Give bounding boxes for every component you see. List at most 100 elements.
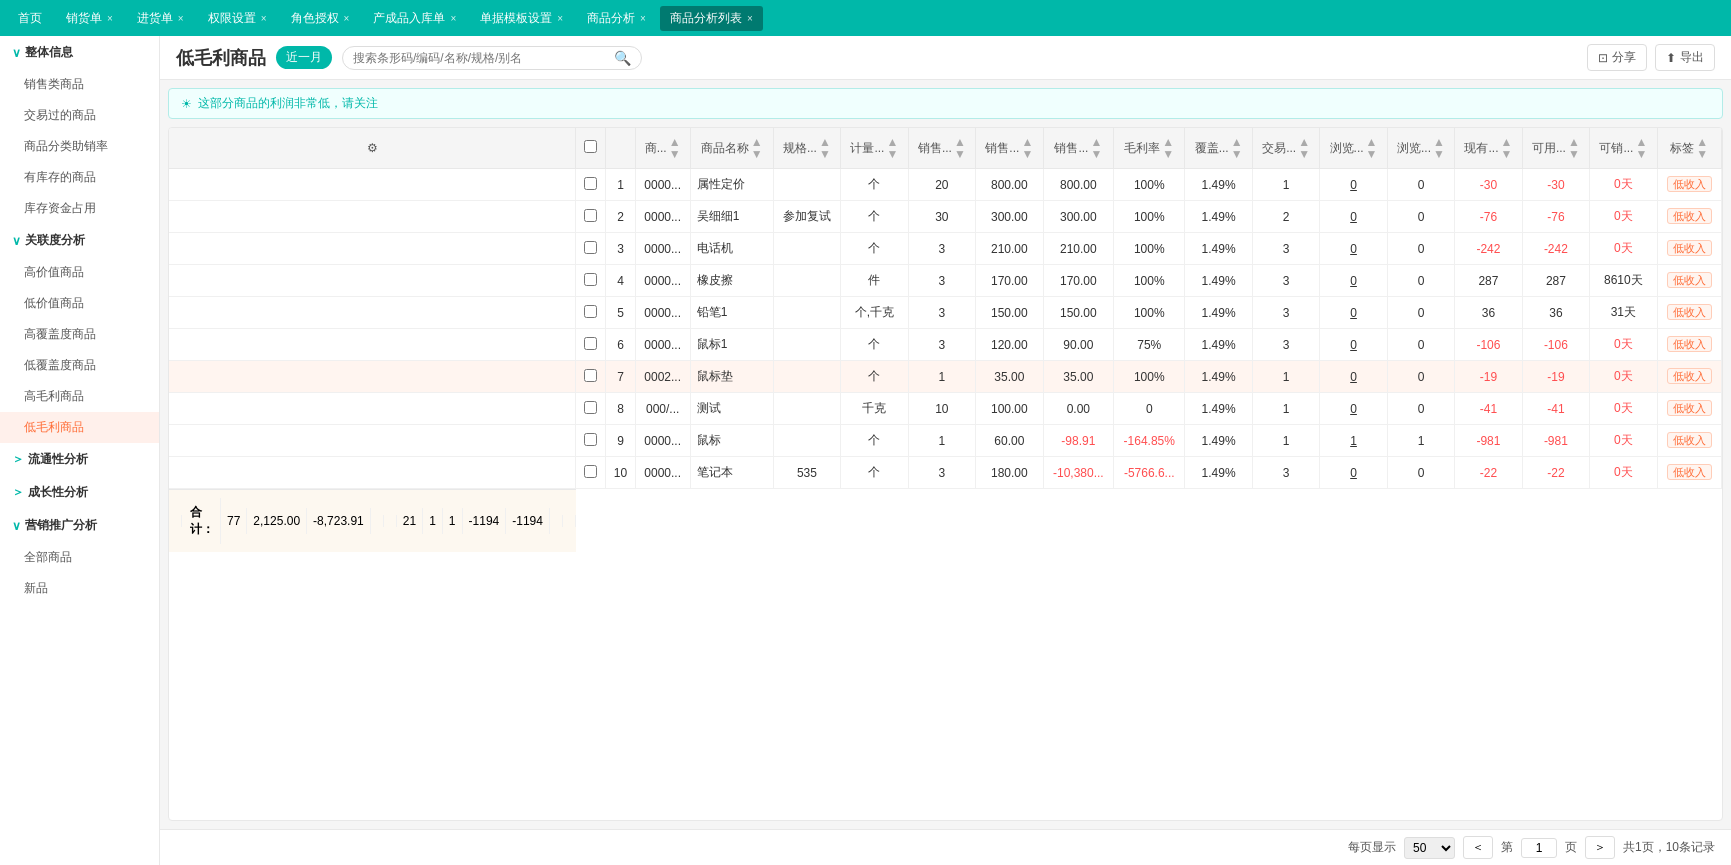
- row-name[interactable]: 电话机: [690, 233, 773, 265]
- row-browse1[interactable]: 0: [1320, 457, 1387, 489]
- close-icon[interactable]: ×: [344, 13, 350, 24]
- nav-product-analysis-list[interactable]: 商品分析列表 ×: [660, 6, 763, 31]
- row-name[interactable]: 鼠标1: [690, 329, 773, 361]
- next-page-button[interactable]: ＞: [1585, 836, 1615, 859]
- sidebar-group-circulation[interactable]: ＞ 流通性分析: [0, 443, 159, 476]
- row-checkbox[interactable]: [584, 401, 597, 414]
- nav-sales-order[interactable]: 销货单 ×: [56, 6, 123, 31]
- settings-col-header[interactable]: ⚙: [169, 128, 576, 169]
- row-checkbox[interactable]: [584, 433, 597, 446]
- search-input[interactable]: [353, 51, 609, 65]
- row-browse1[interactable]: 0: [1320, 297, 1387, 329]
- col-trade-count[interactable]: 交易... ▲▼: [1252, 128, 1319, 169]
- col-unit[interactable]: 计量... ▲▼: [841, 128, 908, 169]
- row-browse1[interactable]: 1: [1320, 425, 1387, 457]
- row-name[interactable]: 橡皮擦: [690, 265, 773, 297]
- sidebar-item-all-goods[interactable]: 全部商品: [0, 542, 159, 573]
- nav-role-auth[interactable]: 角色授权 ×: [281, 6, 360, 31]
- col-saleable[interactable]: 可销... ▲▼: [1590, 128, 1657, 169]
- checkbox-cell[interactable]: [576, 169, 606, 201]
- row-name[interactable]: 鼠标垫: [690, 361, 773, 393]
- close-icon[interactable]: ×: [450, 13, 456, 24]
- sidebar-item-category-sales-rate[interactable]: 商品分类助销率: [0, 131, 159, 162]
- row-checkbox[interactable]: [584, 209, 597, 222]
- col-sales-amount[interactable]: 销售... ▲▼: [1043, 128, 1114, 169]
- checkbox-cell[interactable]: [576, 201, 606, 233]
- checkbox-cell[interactable]: [576, 457, 606, 489]
- sidebar-item-new-goods[interactable]: 新品: [0, 573, 159, 604]
- col-sales-qty[interactable]: 销售... ▲▼: [908, 128, 975, 169]
- nav-product-analysis[interactable]: 商品分析 ×: [577, 6, 656, 31]
- export-button[interactable]: ⬆ 导出: [1655, 44, 1715, 71]
- checkbox-cell[interactable]: [576, 233, 606, 265]
- checkbox-cell[interactable]: [576, 265, 606, 297]
- checkbox-cell[interactable]: [576, 425, 606, 457]
- col-browse1[interactable]: 浏览... ▲▼: [1320, 128, 1387, 169]
- col-browse2[interactable]: 浏览... ▲▼: [1387, 128, 1454, 169]
- nav-product-inbound[interactable]: 产成品入库单 ×: [363, 6, 466, 31]
- select-all-checkbox[interactable]: [584, 140, 597, 153]
- row-checkbox[interactable]: [584, 369, 597, 382]
- row-checkbox[interactable]: [584, 337, 597, 350]
- row-browse1[interactable]: 0: [1320, 393, 1387, 425]
- sidebar-group-relevance[interactable]: ∨ 关联度分析: [0, 224, 159, 257]
- col-current-stock[interactable]: 现有... ▲▼: [1455, 128, 1522, 169]
- sidebar-group-marketing[interactable]: ∨ 营销推广分析: [0, 509, 159, 542]
- row-name[interactable]: 吴细细1: [690, 201, 773, 233]
- col-cover-rate[interactable]: 覆盖... ▲▼: [1185, 128, 1252, 169]
- sidebar-item-high-margin[interactable]: 高毛利商品: [0, 381, 159, 412]
- row-checkbox[interactable]: [584, 241, 597, 254]
- col-name[interactable]: 商品名称 ▲▼: [690, 128, 773, 169]
- sidebar-item-low-coverage[interactable]: 低覆盖度商品: [0, 350, 159, 381]
- row-name[interactable]: 鼠标: [690, 425, 773, 457]
- checkbox-cell[interactable]: [576, 361, 606, 393]
- col-sales-price[interactable]: 销售... ▲▼: [976, 128, 1043, 169]
- row-checkbox[interactable]: [584, 465, 597, 478]
- row-checkbox[interactable]: [584, 177, 597, 190]
- row-browse1[interactable]: 0: [1320, 361, 1387, 393]
- sidebar-item-sales-goods[interactable]: 销售类商品: [0, 69, 159, 100]
- row-name[interactable]: 铅笔1: [690, 297, 773, 329]
- row-name[interactable]: 测试: [690, 393, 773, 425]
- row-checkbox[interactable]: [584, 273, 597, 286]
- filter-recent-month-button[interactable]: 近一月: [276, 46, 332, 69]
- sidebar-item-low-value[interactable]: 低价值商品: [0, 288, 159, 319]
- share-button[interactable]: ⊡ 分享: [1587, 44, 1647, 71]
- nav-template-settings[interactable]: 单据模板设置 ×: [470, 6, 573, 31]
- row-browse1[interactable]: 0: [1320, 201, 1387, 233]
- checkbox-cell[interactable]: [576, 329, 606, 361]
- prev-page-button[interactable]: ＜: [1463, 836, 1493, 859]
- sidebar-item-high-value[interactable]: 高价值商品: [0, 257, 159, 288]
- sidebar-group-growth[interactable]: ＞ 成长性分析: [0, 476, 159, 509]
- nav-home[interactable]: 首页: [8, 6, 52, 31]
- per-page-select[interactable]: 50 20 100: [1404, 837, 1455, 859]
- checkbox-cell[interactable]: [576, 393, 606, 425]
- col-tag[interactable]: 标签 ▲▼: [1657, 128, 1721, 169]
- nav-purchase-order[interactable]: 进货单 ×: [127, 6, 194, 31]
- row-browse1[interactable]: 0: [1320, 169, 1387, 201]
- row-checkbox[interactable]: [584, 305, 597, 318]
- sidebar-item-high-coverage[interactable]: 高覆盖度商品: [0, 319, 159, 350]
- col-code[interactable]: 商... ▲▼: [635, 128, 690, 169]
- close-icon[interactable]: ×: [747, 13, 753, 24]
- close-icon[interactable]: ×: [107, 13, 113, 24]
- sidebar-item-traded-goods[interactable]: 交易过的商品: [0, 100, 159, 131]
- checkbox-cell[interactable]: [576, 297, 606, 329]
- close-icon[interactable]: ×: [178, 13, 184, 24]
- search-icon[interactable]: 🔍: [614, 50, 631, 66]
- sidebar-group-overall[interactable]: ∨ 整体信息: [0, 36, 159, 69]
- row-name[interactable]: 属性定价: [690, 169, 773, 201]
- col-spec[interactable]: 规格... ▲▼: [773, 128, 841, 169]
- col-available[interactable]: 可用... ▲▼: [1522, 128, 1589, 169]
- close-icon[interactable]: ×: [557, 13, 563, 24]
- close-icon[interactable]: ×: [261, 13, 267, 24]
- col-gross-rate[interactable]: 毛利率 ▲▼: [1114, 128, 1185, 169]
- checkbox-col-header[interactable]: [576, 128, 606, 169]
- row-browse1[interactable]: 0: [1320, 329, 1387, 361]
- sidebar-item-low-margin[interactable]: 低毛利商品: [0, 412, 159, 443]
- sidebar-item-stock-capital[interactable]: 库存资金占用: [0, 193, 159, 224]
- row-name[interactable]: 笔记本: [690, 457, 773, 489]
- page-number-input[interactable]: [1521, 838, 1557, 858]
- close-icon[interactable]: ×: [640, 13, 646, 24]
- sidebar-item-stocked-goods[interactable]: 有库存的商品: [0, 162, 159, 193]
